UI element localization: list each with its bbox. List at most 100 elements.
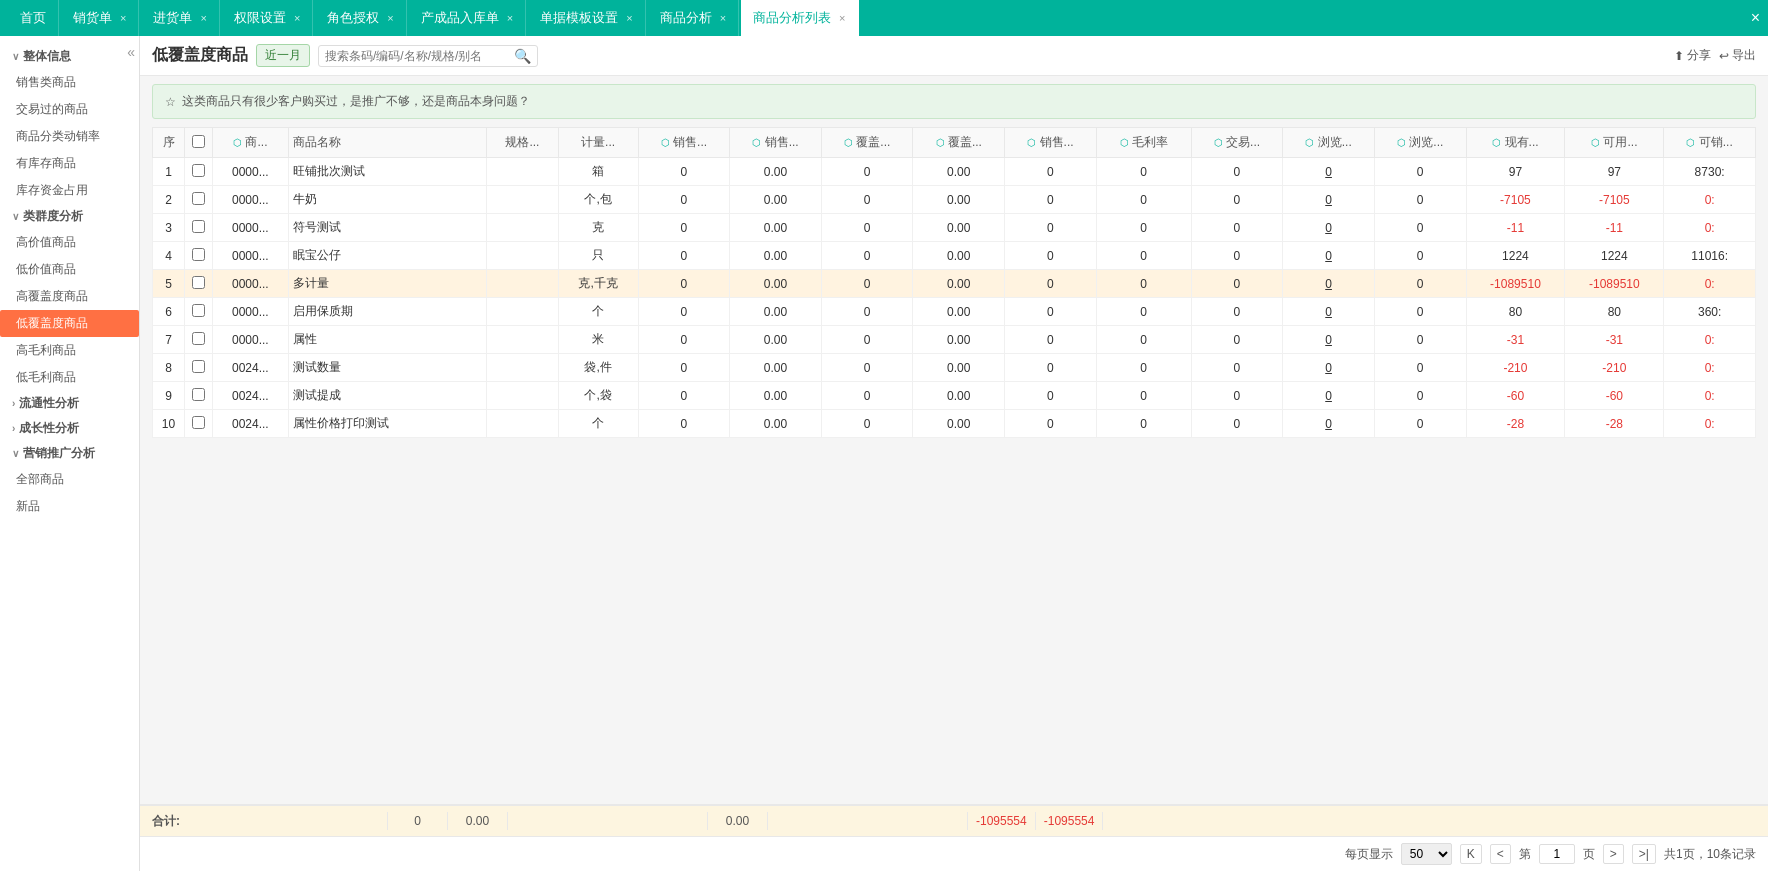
nav-tab-analysis[interactable]: 商品分析 × xyxy=(648,0,739,36)
row-browse1[interactable]: 0 xyxy=(1283,410,1375,438)
row-check[interactable] xyxy=(185,242,213,270)
row-checkbox[interactable] xyxy=(192,248,205,261)
col-header-cover2[interactable]: ⬡ 覆盖... xyxy=(913,128,1005,158)
search-input[interactable] xyxy=(325,49,514,63)
row-checkbox[interactable] xyxy=(192,276,205,289)
row-check[interactable] xyxy=(185,354,213,382)
row-checkbox[interactable] xyxy=(192,388,205,401)
row-check[interactable] xyxy=(185,382,213,410)
close-icon[interactable]: × xyxy=(839,12,845,24)
select-all-checkbox[interactable] xyxy=(192,135,205,148)
top-navigation: 首页 销货单 × 进货单 × 权限设置 × 角色授权 × 产成品入库单 × 单据… xyxy=(0,0,1768,36)
col-header-cover1[interactable]: ⬡ 覆盖... xyxy=(821,128,913,158)
row-browse1[interactable]: 0 xyxy=(1283,270,1375,298)
row-browse1[interactable]: 0 xyxy=(1283,242,1375,270)
col-header-browse1[interactable]: ⬡ 浏览... xyxy=(1283,128,1375,158)
col-header-trade[interactable]: ⬡ 交易... xyxy=(1191,128,1283,158)
sidebar-group-liquidity[interactable]: › 流通性分析 xyxy=(0,391,139,416)
sidebar-group-cluster[interactable]: ∨ 类群度分析 xyxy=(0,204,139,229)
row-browse1[interactable]: 0 xyxy=(1283,158,1375,186)
prev-page-button[interactable]: < xyxy=(1490,844,1511,864)
table-footer: 合计: 0 0.00 0.00 -1095554 -1095554 xyxy=(140,804,1768,836)
sidebar-item-high-value[interactable]: 高价值商品 xyxy=(0,229,139,256)
close-icon[interactable]: × xyxy=(200,12,206,24)
row-check[interactable] xyxy=(185,214,213,242)
close-icon[interactable]: × xyxy=(507,12,513,24)
first-page-button[interactable]: K xyxy=(1460,844,1482,864)
sidebar-item-low-coverage[interactable]: 低覆盖度商品 xyxy=(0,310,139,337)
next-page-button[interactable]: > xyxy=(1603,844,1624,864)
row-checkbox[interactable] xyxy=(192,360,205,373)
sidebar-collapse-button[interactable]: « xyxy=(127,44,135,60)
close-icon[interactable]: × xyxy=(294,12,300,24)
sidebar-item-traded-goods[interactable]: 交易过的商品 xyxy=(0,96,139,123)
col-header-stock2[interactable]: ⬡ 可用... xyxy=(1565,128,1664,158)
export-button[interactable]: ↩ 导出 xyxy=(1719,47,1756,64)
row-checkbox[interactable] xyxy=(192,192,205,205)
col-header-sales1[interactable]: ⬡ 销售... xyxy=(638,128,730,158)
sidebar-item-new-goods[interactable]: 新品 xyxy=(0,493,139,520)
col-header-stock3[interactable]: ⬡ 可销... xyxy=(1664,128,1756,158)
sidebar-item-high-margin[interactable]: 高毛利商品 xyxy=(0,337,139,364)
nav-tab-role[interactable]: 角色授权 × xyxy=(315,0,406,36)
row-checkbox[interactable] xyxy=(192,164,205,177)
col-header-stock1[interactable]: ⬡ 现有... xyxy=(1466,128,1565,158)
row-margin: 0 xyxy=(1096,270,1191,298)
nav-tab-purchase[interactable]: 进货单 × xyxy=(141,0,219,36)
row-checkbox[interactable] xyxy=(192,304,205,317)
row-check[interactable] xyxy=(185,410,213,438)
row-check[interactable] xyxy=(185,158,213,186)
row-browse1[interactable]: 0 xyxy=(1283,326,1375,354)
col-header-sales3[interactable]: ⬡ 销售... xyxy=(1005,128,1097,158)
row-browse1[interactable]: 0 xyxy=(1283,382,1375,410)
row-check[interactable] xyxy=(185,298,213,326)
col-header-code[interactable]: ⬡ 商... xyxy=(213,128,289,158)
page-number-input[interactable] xyxy=(1539,844,1575,864)
nav-tab-template[interactable]: 单据模板设置 × xyxy=(528,0,645,36)
row-browse1[interactable]: 0 xyxy=(1283,354,1375,382)
table-row: 10 0024... 属性价格打印测试 个 0 0.00 0 0.00 0 0 … xyxy=(153,410,1756,438)
row-checkbox[interactable] xyxy=(192,220,205,233)
row-stock1: -7105 xyxy=(1466,186,1565,214)
close-icon[interactable]: × xyxy=(626,12,632,24)
row-check[interactable] xyxy=(185,186,213,214)
nav-tab-product-in[interactable]: 产成品入库单 × xyxy=(409,0,526,36)
col-header-sales2[interactable]: ⬡ 销售... xyxy=(730,128,822,158)
sidebar-item-high-coverage[interactable]: 高覆盖度商品 xyxy=(0,283,139,310)
col-header-spec[interactable]: 规格... xyxy=(487,128,558,158)
nav-tab-analysis-list[interactable]: 商品分析列表 × xyxy=(741,0,858,36)
sidebar-item-all-goods[interactable]: 全部商品 xyxy=(0,466,139,493)
row-browse1[interactable]: 0 xyxy=(1283,186,1375,214)
col-header-browse2[interactable]: ⬡ 浏览... xyxy=(1374,128,1466,158)
row-check[interactable] xyxy=(185,270,213,298)
row-checkbox[interactable] xyxy=(192,416,205,429)
sidebar-item-category-rate[interactable]: 商品分类动销率 xyxy=(0,123,139,150)
sidebar-item-low-margin[interactable]: 低毛利商品 xyxy=(0,364,139,391)
sidebar-item-sales-goods[interactable]: 销售类商品 xyxy=(0,69,139,96)
col-header-margin[interactable]: ⬡ 毛利率 xyxy=(1096,128,1191,158)
col-header-name[interactable]: 商品名称 xyxy=(288,128,487,158)
sidebar-item-in-stock[interactable]: 有库存商品 xyxy=(0,150,139,177)
close-icon[interactable]: × xyxy=(720,12,726,24)
nav-tab-home[interactable]: 首页 xyxy=(8,0,59,36)
share-button[interactable]: ⬆ 分享 xyxy=(1674,47,1711,64)
close-icon[interactable]: × xyxy=(120,12,126,24)
sidebar-item-capital[interactable]: 库存资金占用 xyxy=(0,177,139,204)
nav-tab-permission[interactable]: 权限设置 × xyxy=(222,0,313,36)
sidebar-group-overall[interactable]: ∨ 整体信息 xyxy=(0,44,139,69)
time-filter-button[interactable]: 近一月 xyxy=(256,44,310,67)
row-browse1[interactable]: 0 xyxy=(1283,214,1375,242)
last-page-button[interactable]: >| xyxy=(1632,844,1656,864)
sidebar-item-low-value[interactable]: 低价值商品 xyxy=(0,256,139,283)
close-icon[interactable]: × xyxy=(387,12,393,24)
nav-tab-sales[interactable]: 销货单 × xyxy=(61,0,139,36)
sidebar-group-growth[interactable]: › 成长性分析 xyxy=(0,416,139,441)
row-checkbox[interactable] xyxy=(192,332,205,345)
sidebar-group-marketing[interactable]: ∨ 营销推广分析 xyxy=(0,441,139,466)
row-browse1[interactable]: 0 xyxy=(1283,298,1375,326)
row-sales2: 0.00 xyxy=(730,410,822,438)
row-check[interactable] xyxy=(185,326,213,354)
col-header-unit[interactable]: 计量... xyxy=(558,128,638,158)
page-size-select[interactable]: 50 100 200 xyxy=(1401,843,1452,865)
close-all-tabs-button[interactable]: × xyxy=(1751,9,1760,27)
